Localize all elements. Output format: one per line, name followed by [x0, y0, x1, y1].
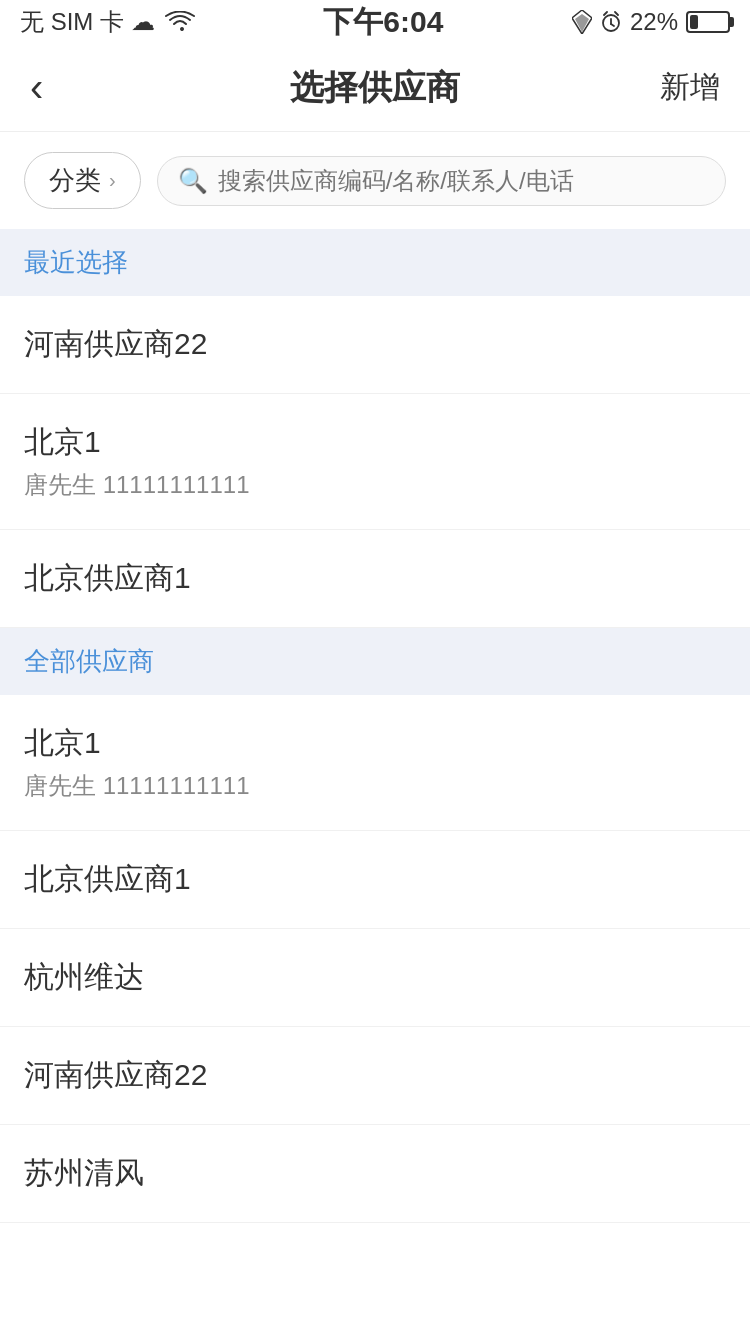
all-list-item[interactable]: 河南供应商22: [0, 1027, 750, 1125]
item-sub: 唐先生 11111111111: [24, 770, 726, 802]
category-label: 分类: [49, 163, 101, 198]
status-right: 22%: [572, 8, 730, 36]
page-title: 选择供应商: [290, 65, 460, 111]
category-filter-button[interactable]: 分类 ›: [24, 152, 141, 209]
all-list-item[interactable]: 北京1 唐先生 11111111111: [0, 695, 750, 831]
nav-bar: ‹ 选择供应商 新增: [0, 44, 750, 132]
search-input[interactable]: [218, 167, 705, 195]
no-sim-text: 无 SIM 卡 ☁: [20, 6, 155, 38]
battery-percent: 22%: [630, 8, 678, 36]
search-icon: 🔍: [178, 167, 208, 195]
wifi-icon: [165, 11, 195, 33]
search-box: 🔍: [157, 156, 726, 206]
alarm-icon: [600, 11, 622, 33]
status-left: 无 SIM 卡 ☁: [20, 6, 195, 38]
recent-section-header: 最近选择: [0, 229, 750, 296]
recent-list-item[interactable]: 北京1 唐先生 11111111111: [0, 394, 750, 530]
all-section-label: 全部供应商: [24, 646, 154, 676]
svg-line-3: [604, 12, 607, 15]
recent-list-item[interactable]: 河南供应商22: [0, 296, 750, 394]
status-time: 下午6:04: [323, 2, 443, 43]
chevron-right-icon: ›: [109, 169, 116, 192]
all-section-header: 全部供应商: [0, 628, 750, 695]
item-name: 北京1: [24, 422, 726, 463]
new-action-button[interactable]: 新增: [660, 67, 720, 108]
item-name: 河南供应商22: [24, 324, 726, 365]
status-bar: 无 SIM 卡 ☁ 下午6:04 22%: [0, 0, 750, 44]
item-name: 北京供应商1: [24, 859, 726, 900]
location-icon: [572, 10, 592, 34]
svg-line-2: [611, 24, 614, 26]
back-button[interactable]: ‹: [30, 65, 90, 110]
battery-icon: [686, 11, 730, 33]
svg-line-4: [615, 12, 618, 15]
all-list-item[interactable]: 苏州清风: [0, 1125, 750, 1223]
item-name: 苏州清风: [24, 1153, 726, 1194]
item-name: 河南供应商22: [24, 1055, 726, 1096]
recent-list: 河南供应商22 北京1 唐先生 11111111111 北京供应商1: [0, 296, 750, 628]
all-list-item[interactable]: 杭州维达: [0, 929, 750, 1027]
item-name: 杭州维达: [24, 957, 726, 998]
item-name: 北京供应商1: [24, 558, 726, 599]
recent-list-item[interactable]: 北京供应商1: [0, 530, 750, 628]
all-list-item[interactable]: 北京供应商1: [0, 831, 750, 929]
item-name: 北京1: [24, 723, 726, 764]
recent-section-label: 最近选择: [24, 247, 128, 277]
item-sub: 唐先生 11111111111: [24, 469, 726, 501]
filter-bar: 分类 › 🔍: [0, 132, 750, 229]
all-list: 北京1 唐先生 11111111111 北京供应商1 杭州维达河南供应商22 苏州清风: [0, 695, 750, 1223]
